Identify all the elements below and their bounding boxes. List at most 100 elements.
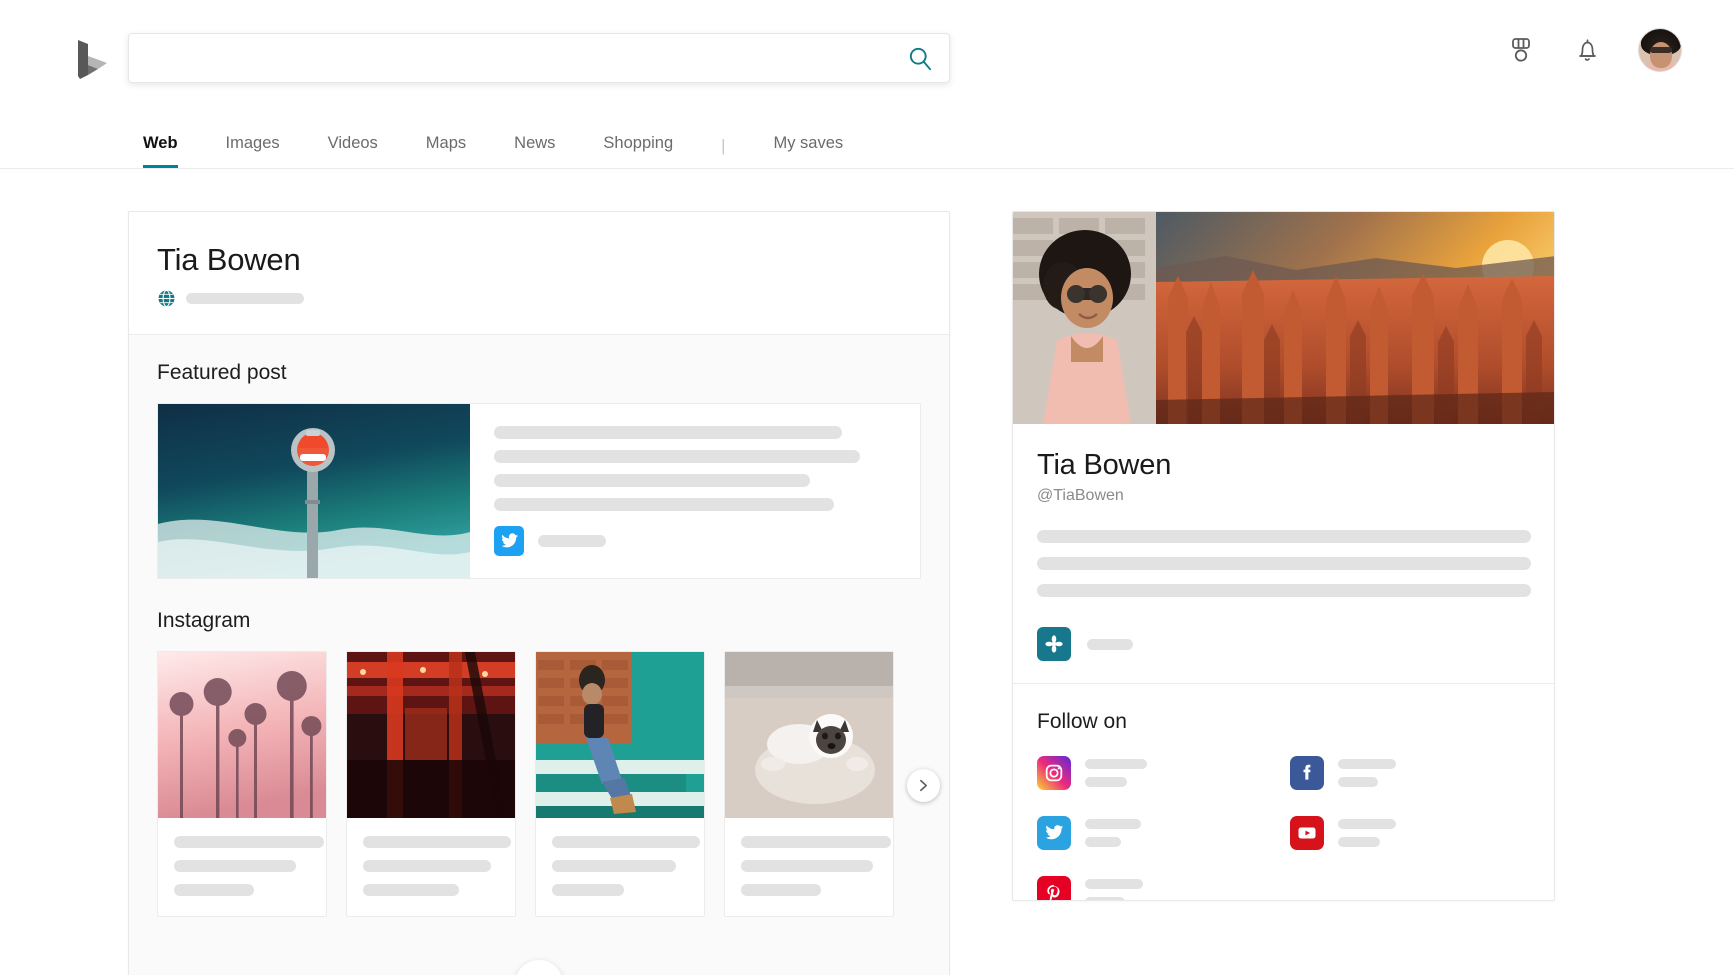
profile-source-placeholder	[1087, 638, 1133, 650]
tab-images[interactable]: Images	[226, 134, 280, 168]
placeholder-line	[494, 450, 860, 463]
search-button[interactable]	[891, 34, 949, 82]
featured-post-card[interactable]	[157, 403, 921, 579]
list-item[interactable]	[724, 651, 894, 917]
tab-shopping[interactable]: Shopping	[603, 134, 673, 168]
follow-item-label-placeholder	[1085, 819, 1141, 847]
tab-news[interactable]: News	[514, 134, 555, 168]
chevron-right-icon	[920, 779, 927, 792]
featured-post-attribution	[494, 526, 896, 556]
follow-item-twitter[interactable]	[1037, 816, 1278, 850]
placeholder-line	[363, 884, 459, 896]
profile-description-placeholder	[1037, 530, 1531, 597]
fivehundredpx-flower-icon[interactable]	[1037, 627, 1071, 661]
placeholder-line	[741, 860, 873, 872]
profile-info: Tia Bowen @TiaBowen	[1013, 424, 1554, 684]
tab-maps[interactable]: Maps	[426, 134, 466, 168]
rewards-medal-icon[interactable]	[1506, 33, 1536, 67]
follow-item-label-placeholder	[1085, 759, 1147, 787]
palm-trees-pink-photo	[158, 652, 326, 818]
follow-item-pinterest[interactable]	[1037, 876, 1278, 900]
follow-item-facebook[interactable]	[1289, 756, 1531, 790]
tab-web[interactable]: Web	[143, 134, 178, 168]
instagram-caption	[536, 818, 704, 916]
placeholder-line	[1085, 879, 1143, 889]
follow-item-youtube[interactable]	[1289, 816, 1531, 850]
list-item[interactable]	[157, 651, 327, 917]
entity-source-row	[157, 289, 921, 308]
twitter-icon	[1037, 816, 1071, 850]
woman-sunglasses-portrait-photo	[1013, 212, 1156, 424]
placeholder-line	[363, 836, 511, 848]
placeholder-line	[1085, 819, 1141, 829]
featured-post-text	[470, 404, 920, 578]
tab-list: Web Images Videos Maps News Shopping | M…	[143, 121, 891, 168]
placeholder-line	[1037, 584, 1531, 597]
instagram-caption	[347, 818, 515, 916]
woman-teal-steps-photo	[536, 652, 704, 818]
follow-item-label-placeholder	[1337, 819, 1396, 847]
avatar[interactable]	[1638, 28, 1682, 72]
placeholder-line	[552, 884, 624, 896]
page-title: Tia Bowen	[157, 242, 301, 277]
placeholder-line	[363, 860, 491, 872]
search-icon	[909, 47, 931, 70]
placeholder-line	[174, 836, 324, 848]
twitter-icon[interactable]	[494, 526, 524, 556]
instagram-heading: Instagram	[157, 609, 251, 632]
bing-search-results-page: Web Images Videos Maps News Shopping | M…	[0, 0, 1734, 975]
tab-separator: |	[721, 137, 726, 155]
husky-dog-beach-photo	[725, 652, 893, 818]
entity-feed-card: Tia Bowen Featured post Instagram	[128, 211, 950, 975]
placeholder-line	[1337, 777, 1378, 787]
placeholder-line	[741, 884, 821, 896]
placeholder-line	[174, 860, 296, 872]
entity-profile-card: Tia Bowen @TiaBowen Follow on	[1012, 211, 1555, 901]
globe-icon	[158, 289, 175, 308]
placeholder-line	[494, 426, 842, 439]
placeholder-line	[552, 860, 676, 872]
follow-on-heading: Follow on	[1037, 710, 1127, 733]
bell-icon[interactable]	[1572, 33, 1602, 67]
carousel-next-button[interactable]	[907, 769, 940, 802]
profile-source-row	[1037, 627, 1530, 661]
aerial-pier-ocean-photo	[158, 404, 470, 578]
tab-my-saves[interactable]: My saves	[773, 134, 843, 168]
placeholder-line	[1037, 557, 1531, 570]
placeholder-line	[1085, 837, 1121, 847]
placeholder-line	[494, 498, 834, 511]
placeholder-line	[552, 836, 700, 848]
instagram-carousel	[157, 651, 940, 917]
placeholder-line	[1085, 897, 1125, 900]
featured-post-heading: Featured post	[157, 361, 287, 384]
placeholder-line	[1037, 530, 1531, 543]
list-item[interactable]	[535, 651, 705, 917]
follow-on-section: Follow on	[1013, 684, 1554, 900]
avatar-sunglasses	[1650, 47, 1672, 53]
tab-videos[interactable]: Videos	[328, 134, 378, 168]
entity-feed-header: Tia Bowen	[129, 212, 949, 335]
bing-logo[interactable]	[74, 38, 112, 88]
page-header	[0, 0, 1734, 122]
placeholder-line	[1337, 837, 1380, 847]
entity-feed-content: Featured post Instagram	[129, 335, 949, 975]
placeholder-line	[741, 836, 891, 848]
search-input[interactable]	[129, 35, 891, 81]
facebook-icon	[1289, 756, 1324, 790]
featured-post-placeholder-lines	[494, 426, 896, 511]
profile-handle: @TiaBowen	[1037, 487, 1124, 504]
profile-hero	[1013, 212, 1554, 424]
youtube-icon	[1289, 816, 1324, 850]
list-item[interactable]	[346, 651, 516, 917]
profile-name: Tia Bowen	[1037, 449, 1172, 481]
placeholder-line	[494, 474, 810, 487]
follow-item-instagram[interactable]	[1037, 756, 1278, 790]
search-vertical-tabs: Web Images Videos Maps News Shopping | M…	[0, 122, 1734, 169]
placeholder-line	[1085, 759, 1147, 769]
placeholder-line	[1337, 819, 1396, 829]
search-bar[interactable]	[128, 33, 950, 83]
placeholder-line	[174, 884, 254, 896]
placeholder-line	[1085, 777, 1127, 787]
placeholder-line	[1337, 759, 1396, 769]
avatar-face	[1650, 42, 1672, 68]
